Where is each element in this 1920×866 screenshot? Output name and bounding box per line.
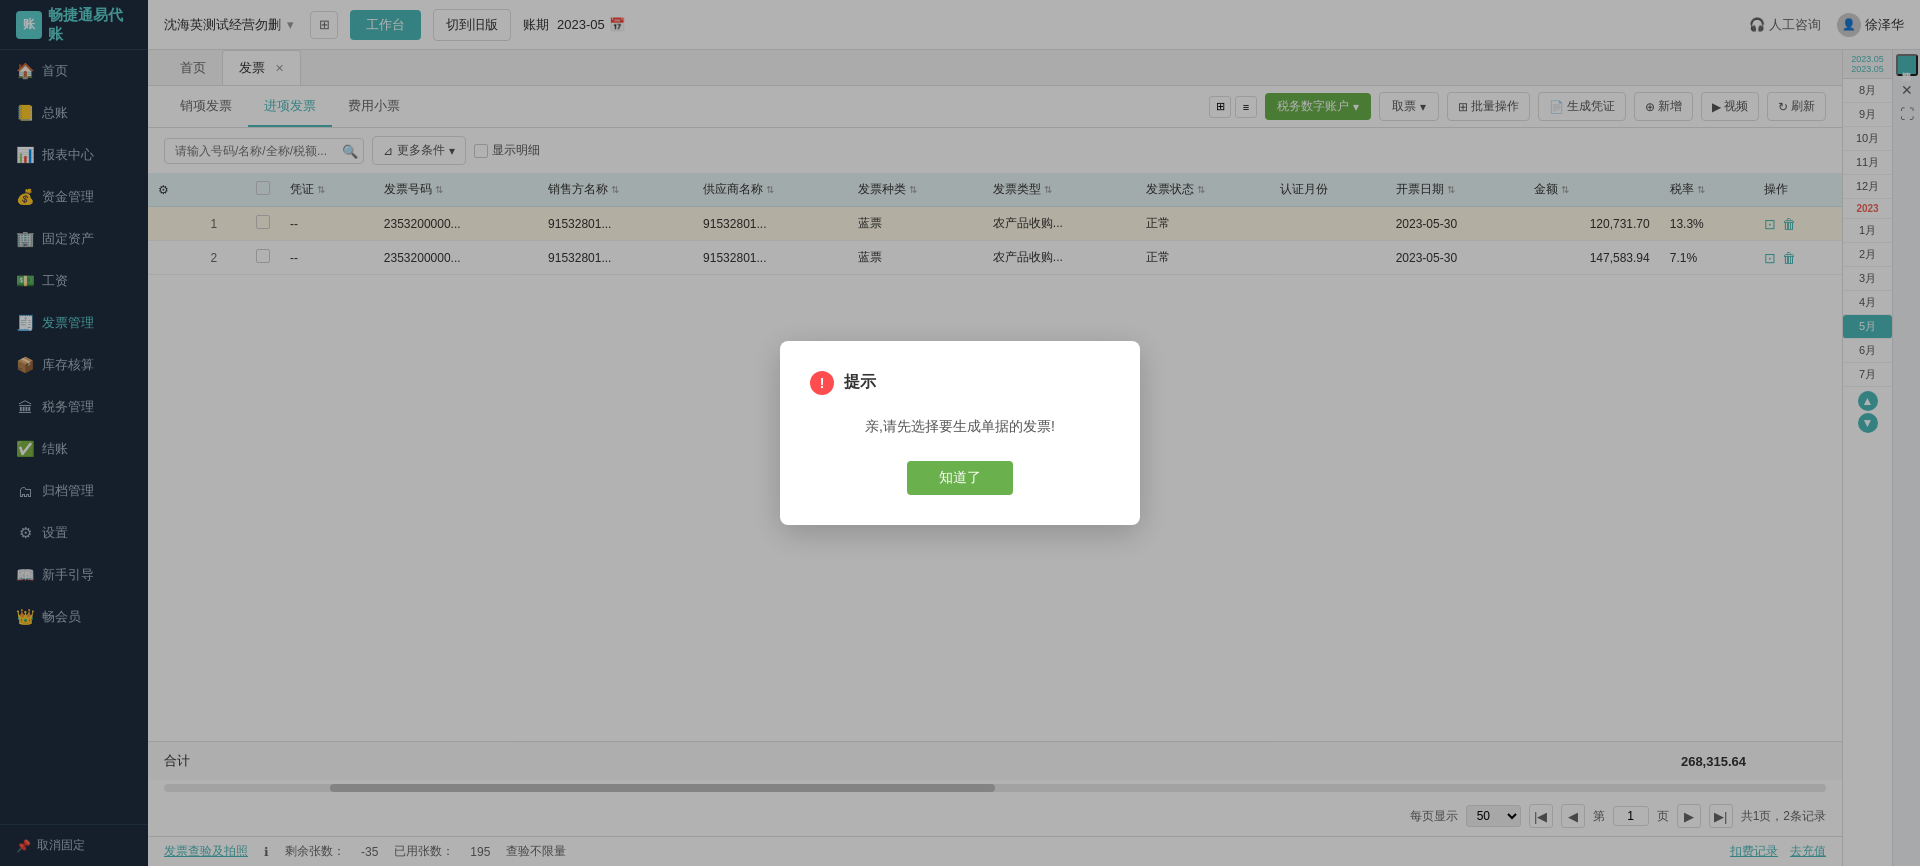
modal-overlay: ! 提示 亲,请先选择要生成单据的发票! 知道了: [0, 0, 1920, 866]
warning-icon: !: [810, 371, 834, 395]
modal-footer: 知道了: [810, 461, 1110, 495]
modal-ok-button[interactable]: 知道了: [907, 461, 1013, 495]
modal-dialog: ! 提示 亲,请先选择要生成单据的发票! 知道了: [780, 341, 1140, 525]
modal-body: 亲,请先选择要生成单据的发票!: [810, 415, 1110, 437]
modal-title: 提示: [844, 372, 876, 393]
modal-header: ! 提示: [810, 371, 1110, 395]
